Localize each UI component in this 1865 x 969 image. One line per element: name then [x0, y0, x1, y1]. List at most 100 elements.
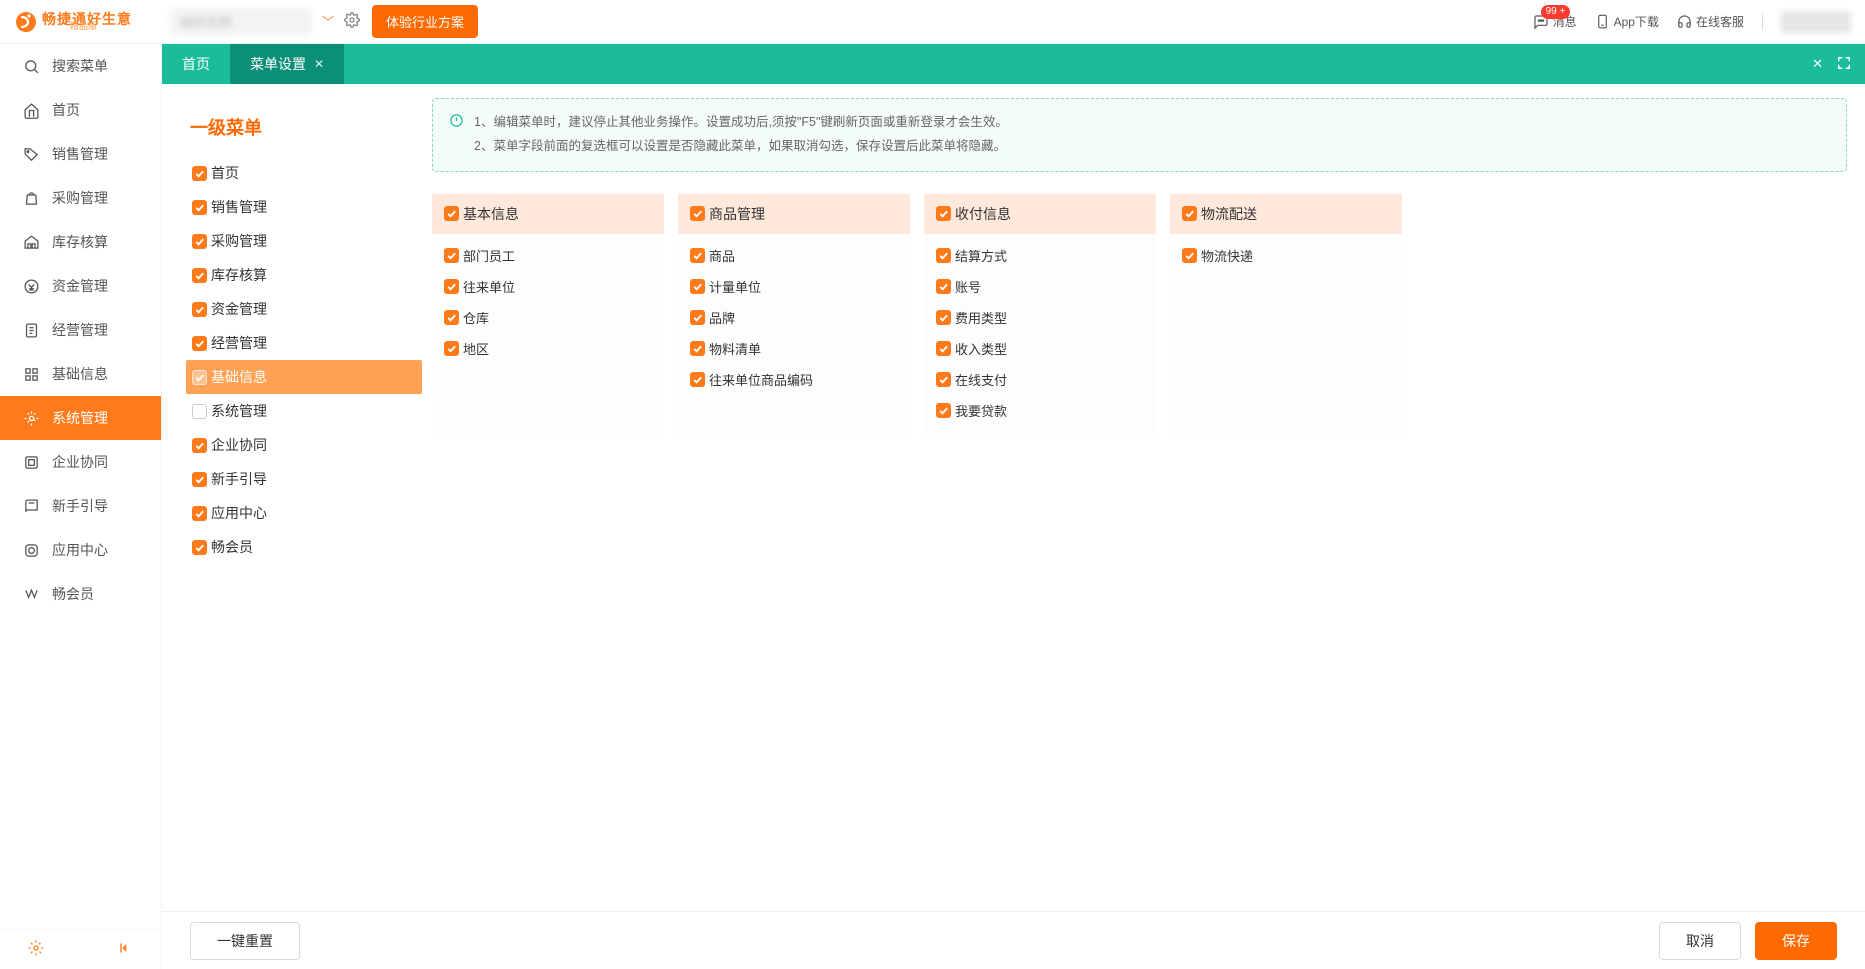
checkbox-icon[interactable]: [192, 540, 207, 555]
card-item[interactable]: 我要贷款: [936, 395, 1144, 426]
checkbox-icon[interactable]: [192, 404, 207, 419]
sidebar-item-11[interactable]: 应用中心: [0, 528, 161, 572]
level1-item-6[interactable]: 基础信息: [186, 360, 422, 394]
messages-link[interactable]: 99 + 消息: [1533, 13, 1577, 30]
checkbox-icon[interactable]: [690, 341, 705, 356]
sidebar-item-4[interactable]: 库存核算: [0, 220, 161, 264]
level1-item-10[interactable]: 应用中心: [186, 496, 422, 530]
level1-item-0[interactable]: 首页: [186, 156, 422, 190]
checkbox-icon[interactable]: [690, 279, 705, 294]
card-item[interactable]: 仓库: [444, 302, 652, 333]
sidebar-item-8[interactable]: 系统管理: [0, 396, 161, 440]
sidebar-item-0[interactable]: 搜索菜单: [0, 44, 161, 88]
checkbox-icon[interactable]: [192, 438, 207, 453]
checkbox-icon[interactable]: [1182, 248, 1197, 263]
tab-0[interactable]: 首页: [162, 44, 230, 84]
fullscreen-icon[interactable]: [1837, 56, 1851, 73]
card-item[interactable]: 品牌: [690, 302, 898, 333]
card-item[interactable]: 在线支付: [936, 364, 1144, 395]
card-item[interactable]: 商品: [690, 240, 898, 271]
level1-item-label: 系统管理: [211, 401, 267, 421]
card-item[interactable]: 往来单位: [444, 271, 652, 302]
reset-button[interactable]: 一键重置: [190, 922, 300, 960]
card-header[interactable]: 收付信息: [924, 194, 1156, 234]
checkbox-icon[interactable]: [936, 248, 951, 263]
card-header[interactable]: 基本信息: [432, 194, 664, 234]
chevron-down-icon: ﹀: [322, 13, 334, 30]
card-item[interactable]: 费用类型: [936, 302, 1144, 333]
cancel-button[interactable]: 取消: [1659, 922, 1741, 960]
checkbox-icon[interactable]: [690, 206, 705, 221]
checkbox-icon[interactable]: [192, 166, 207, 181]
checkbox-icon[interactable]: [1182, 206, 1197, 221]
checkbox-icon[interactable]: [192, 200, 207, 215]
try-industry-button[interactable]: 体验行业方案: [372, 5, 478, 38]
checkbox-icon[interactable]: [444, 341, 459, 356]
checkbox-icon[interactable]: [936, 206, 951, 221]
checkbox-icon[interactable]: [192, 336, 207, 351]
checkbox-icon[interactable]: [936, 341, 951, 356]
level1-item-1[interactable]: 销售管理: [186, 190, 422, 224]
sidebar-item-label: 畅会员: [52, 584, 94, 604]
checkbox-icon[interactable]: [192, 302, 207, 317]
tab-label: 首页: [182, 54, 210, 74]
level1-item-2[interactable]: 采购管理: [186, 224, 422, 258]
card-item[interactable]: 物料清单: [690, 333, 898, 364]
sidebar-item-1[interactable]: 首页: [0, 88, 161, 132]
sidebar-item-12[interactable]: 畅会员: [0, 572, 161, 616]
sidebar-item-9[interactable]: 企业协同: [0, 440, 161, 484]
settings-icon[interactable]: [28, 940, 44, 959]
close-all-icon[interactable]: ✕: [1812, 56, 1823, 72]
level1-item-3[interactable]: 库存核算: [186, 258, 422, 292]
card-item[interactable]: 物流快递: [1182, 240, 1390, 271]
checkbox-icon[interactable]: [192, 370, 207, 385]
checkbox-icon[interactable]: [936, 279, 951, 294]
close-icon[interactable]: ✕: [314, 57, 324, 71]
checkbox-icon[interactable]: [444, 206, 459, 221]
checkbox-icon[interactable]: [444, 279, 459, 294]
sidebar-item-5[interactable]: 资金管理: [0, 264, 161, 308]
card-item[interactable]: 计量单位: [690, 271, 898, 302]
level1-item-11[interactable]: 畅会员: [186, 530, 422, 564]
card-item[interactable]: 往来单位商品编码: [690, 364, 898, 395]
sidebar-item-2[interactable]: 销售管理: [0, 132, 161, 176]
sidebar-item-10[interactable]: 新手引导: [0, 484, 161, 528]
save-button[interactable]: 保存: [1755, 922, 1837, 960]
card-item[interactable]: 部门员工: [444, 240, 652, 271]
level1-title: 一级菜单: [186, 98, 422, 150]
level1-item-7[interactable]: 系统管理: [186, 394, 422, 428]
user-avatar[interactable]: [1781, 11, 1851, 33]
checkbox-icon[interactable]: [690, 372, 705, 387]
card-item[interactable]: 地区: [444, 333, 652, 364]
card-item[interactable]: 账号: [936, 271, 1144, 302]
gear-icon[interactable]: [344, 12, 360, 32]
card-header[interactable]: 商品管理: [678, 194, 910, 234]
checkbox-icon[interactable]: [936, 403, 951, 418]
checkbox-icon[interactable]: [192, 268, 207, 283]
checkbox-icon[interactable]: [444, 310, 459, 325]
level1-item-8[interactable]: 企业协同: [186, 428, 422, 462]
sidebar-item-6[interactable]: 经营管理: [0, 308, 161, 352]
app-download-link[interactable]: App下载: [1595, 13, 1659, 30]
card-header[interactable]: 物流配送: [1170, 194, 1402, 234]
online-service-link[interactable]: 在线客服: [1677, 13, 1744, 30]
level1-item-9[interactable]: 新手引导: [186, 462, 422, 496]
card-item[interactable]: 结算方式: [936, 240, 1144, 271]
sidebar-item-3[interactable]: 采购管理: [0, 176, 161, 220]
sidebar-item-7[interactable]: 基础信息: [0, 352, 161, 396]
level1-item-4[interactable]: 资金管理: [186, 292, 422, 326]
checkbox-icon[interactable]: [444, 248, 459, 263]
level1-item-5[interactable]: 经营管理: [186, 326, 422, 360]
checkbox-icon[interactable]: [690, 310, 705, 325]
tab-1[interactable]: 菜单设置✕: [230, 44, 344, 84]
org-selector[interactable]: 组织名称 ﹀: [170, 8, 360, 35]
checkbox-icon[interactable]: [192, 234, 207, 249]
sidebar-item-label: 系统管理: [52, 408, 108, 428]
checkbox-icon[interactable]: [690, 248, 705, 263]
checkbox-icon[interactable]: [192, 506, 207, 521]
checkbox-icon[interactable]: [192, 472, 207, 487]
checkbox-icon[interactable]: [936, 310, 951, 325]
card-item[interactable]: 收入类型: [936, 333, 1144, 364]
collapse-icon[interactable]: [117, 940, 133, 959]
checkbox-icon[interactable]: [936, 372, 951, 387]
